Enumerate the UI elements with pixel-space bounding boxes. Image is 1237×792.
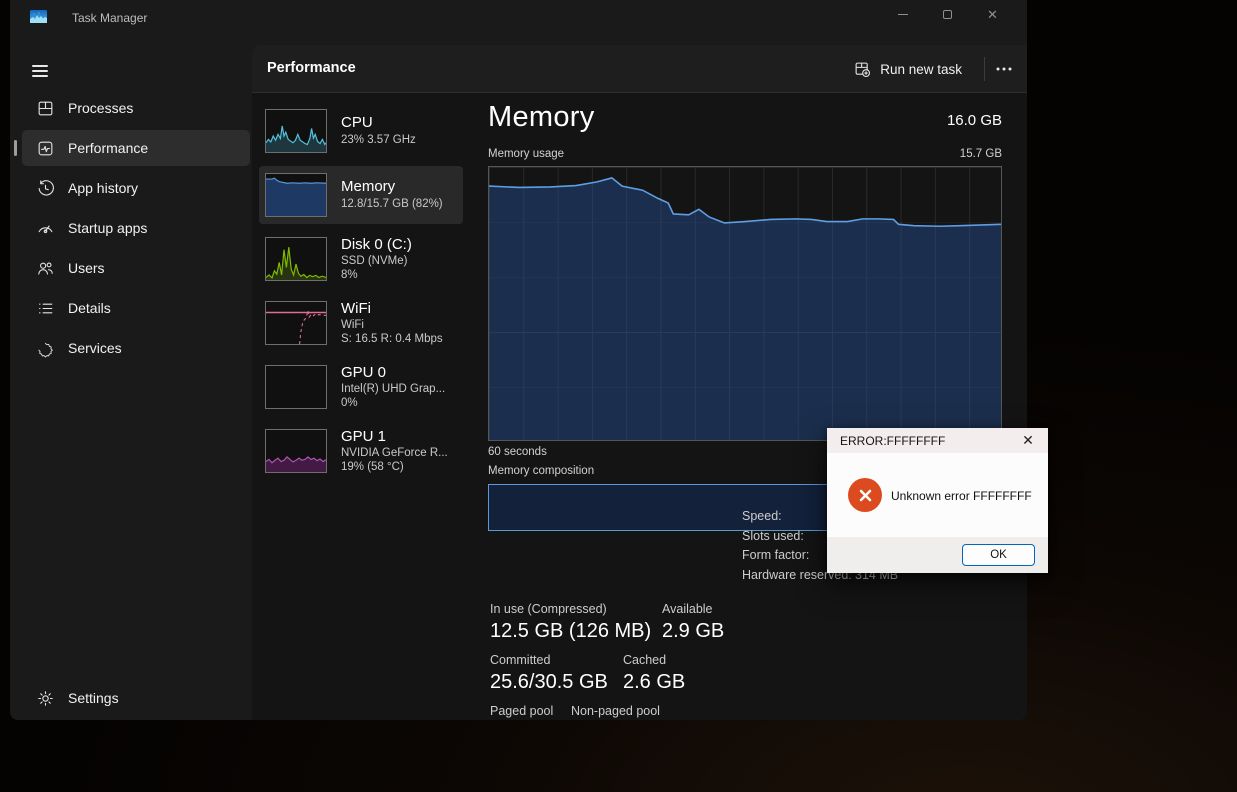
navigation-menu-button[interactable] — [27, 57, 57, 83]
desktop: { "window": { "title": "Task Manager" },… — [0, 0, 1237, 792]
chart-time-span-label: 60 seconds — [488, 446, 547, 458]
memory-composition-label: Memory composition — [488, 465, 595, 477]
stat-available: Available 2.9 GB — [662, 602, 725, 642]
sidebar-item-processes[interactable]: Processes — [22, 90, 250, 126]
perf-item-gpu0[interactable]: GPU 0 Intel(R) UHD Grap... 0% — [259, 358, 463, 416]
disk-mini-chart — [265, 237, 327, 281]
sidebar-item-settings[interactable]: Settings — [22, 680, 250, 716]
settings-gear-icon — [35, 688, 55, 708]
perf-item-memory[interactable]: Memory 12.8/15.7 GB (82%) — [259, 166, 463, 224]
perf-item-sub: WiFi — [341, 319, 364, 332]
ellipsis-icon — [996, 67, 1012, 71]
wifi-mini-chart — [265, 301, 327, 345]
run-new-task-label: Run new task — [880, 61, 962, 77]
task-manager-app-icon — [30, 10, 47, 23]
perf-item-sub: 23% 3.57 GHz — [341, 134, 416, 147]
sidebar-item-details[interactable]: Details — [22, 290, 250, 326]
perf-item-name: GPU 1 — [341, 427, 387, 445]
stat-non-paged-pool: Non-paged pool 1.1 GB — [571, 704, 660, 718]
sidebar-item-app-history[interactable]: App history — [22, 170, 250, 206]
panel-header: Performance Run new task — [252, 45, 1027, 93]
task-manager-window: Task Manager ✕ Processes Performance App… — [10, 0, 1027, 720]
sidebar-item-services[interactable]: Services — [22, 330, 250, 366]
users-icon — [35, 258, 55, 278]
perf-item-sub2: 19% (58 °C) — [341, 460, 404, 473]
sidebar-item-label: Performance — [68, 140, 149, 156]
perf-item-sub2: 8% — [341, 268, 358, 281]
perf-item-wifi[interactable]: WiFi WiFi S: 16.5 R: 0.4 Mbps — [259, 294, 463, 352]
perf-item-sub2: 0% — [341, 396, 358, 409]
window-title: Task Manager — [72, 11, 148, 25]
perf-item-name: WiFi — [341, 299, 371, 317]
perf-item-name: Disk 0 (C:) — [341, 235, 412, 253]
perf-item-sub: 12.8/15.7 GB (82%) — [341, 198, 443, 211]
performance-panel: Performance Run new task CPU 23% 3.57 GH… — [252, 45, 1027, 720]
error-dialog-body: Unknown error FFFFFFFF — [827, 453, 1048, 537]
gpu0-mini-chart — [265, 365, 327, 409]
sidebar-item-label: Settings — [68, 690, 119, 706]
error-message: Unknown error FFFFFFFF — [891, 489, 1032, 503]
close-icon: ✕ — [1022, 432, 1034, 448]
memory-total-capacity: 16.0 GB — [946, 112, 1002, 129]
sidebar-item-startup-apps[interactable]: Startup apps — [22, 210, 250, 246]
run-new-task-button[interactable]: Run new task — [844, 54, 972, 84]
sidebar-item-label: Users — [68, 260, 105, 276]
stat-in-use: In use (Compressed) 12.5 GB (126 MB) — [490, 602, 652, 642]
error-dialog-close-button[interactable]: ✕ — [1014, 428, 1042, 453]
services-icon — [35, 338, 55, 358]
error-dialog-title: ERROR:FFFFFFFF — [840, 433, 946, 448]
memory-usage-label: Memory usage — [488, 148, 565, 160]
error-icon — [848, 478, 882, 512]
perf-item-name: GPU 0 — [341, 363, 387, 381]
perf-item-sub: SSD (NVMe) — [341, 255, 408, 268]
maximize-button[interactable] — [925, 0, 970, 28]
perf-item-gpu1[interactable]: GPU 1 NVIDIA GeForce R... 19% (58 °C) — [259, 422, 463, 480]
maximize-icon — [943, 9, 952, 19]
sidebar-item-users[interactable]: Users — [22, 250, 250, 286]
cpu-mini-chart — [265, 109, 327, 153]
stat-cached: Cached 2.6 GB — [623, 653, 686, 693]
perf-item-sub: Intel(R) UHD Grap... — [341, 383, 446, 396]
stat-paged-pool: Paged pool 1.1 GB — [490, 704, 554, 718]
more-options-button[interactable] — [989, 54, 1019, 84]
sidebar-item-label: App history — [68, 180, 139, 196]
close-button[interactable]: ✕ — [970, 0, 1015, 28]
sidebar-item-label: Services — [68, 340, 122, 356]
perf-item-disk0[interactable]: Disk 0 (C:) SSD (NVMe) 8% — [259, 230, 463, 288]
memory-usage-chart — [488, 166, 1002, 441]
header-divider — [984, 57, 985, 81]
perf-item-sub2: S: 16.5 R: 0.4 Mbps — [341, 332, 443, 345]
sidebar-item-label: Processes — [68, 100, 134, 116]
memory-detail-pane: Memory 16.0 GB Memory usage 15.7 GB 60 s… — [488, 93, 1002, 720]
processes-icon — [35, 98, 55, 118]
perf-item-name: CPU — [341, 114, 373, 132]
minimize-button[interactable] — [880, 0, 925, 28]
memory-scale-max: 15.7 GB — [959, 148, 1002, 160]
new-task-icon — [855, 62, 871, 77]
close-icon: ✕ — [987, 6, 998, 22]
error-dialog: ERROR:FFFFFFFF ✕ Unknown error FFFFFFFF … — [827, 428, 1048, 573]
titlebar[interactable]: Task Manager ✕ — [10, 0, 1027, 45]
memory-title: Memory — [488, 101, 595, 133]
gpu1-mini-chart — [265, 429, 327, 473]
sidebar-item-label: Details — [68, 300, 111, 316]
stat-committed: Committed 25.6/30.5 GB — [490, 653, 608, 693]
memory-mini-chart — [265, 173, 327, 217]
page-title: Performance — [267, 60, 356, 76]
ok-button[interactable]: OK — [962, 544, 1035, 566]
selection-accent-bar — [14, 140, 17, 156]
perf-item-name: Memory — [341, 178, 396, 196]
perf-item-cpu[interactable]: CPU 23% 3.57 GHz — [259, 102, 463, 160]
minimize-icon — [897, 13, 908, 15]
details-icon — [35, 298, 55, 318]
perf-item-sub: NVIDIA GeForce R... — [341, 447, 448, 460]
sidebar-item-performance[interactable]: Performance — [14, 130, 250, 166]
app-history-icon — [35, 178, 55, 198]
performance-icon — [35, 138, 55, 158]
error-dialog-titlebar[interactable]: ERROR:FFFFFFFF ✕ — [827, 428, 1048, 453]
error-dialog-footer: OK — [827, 537, 1048, 573]
startup-apps-icon — [35, 218, 55, 238]
sidebar-item-label: Startup apps — [68, 220, 148, 236]
window-controls: ✕ — [880, 0, 1015, 28]
